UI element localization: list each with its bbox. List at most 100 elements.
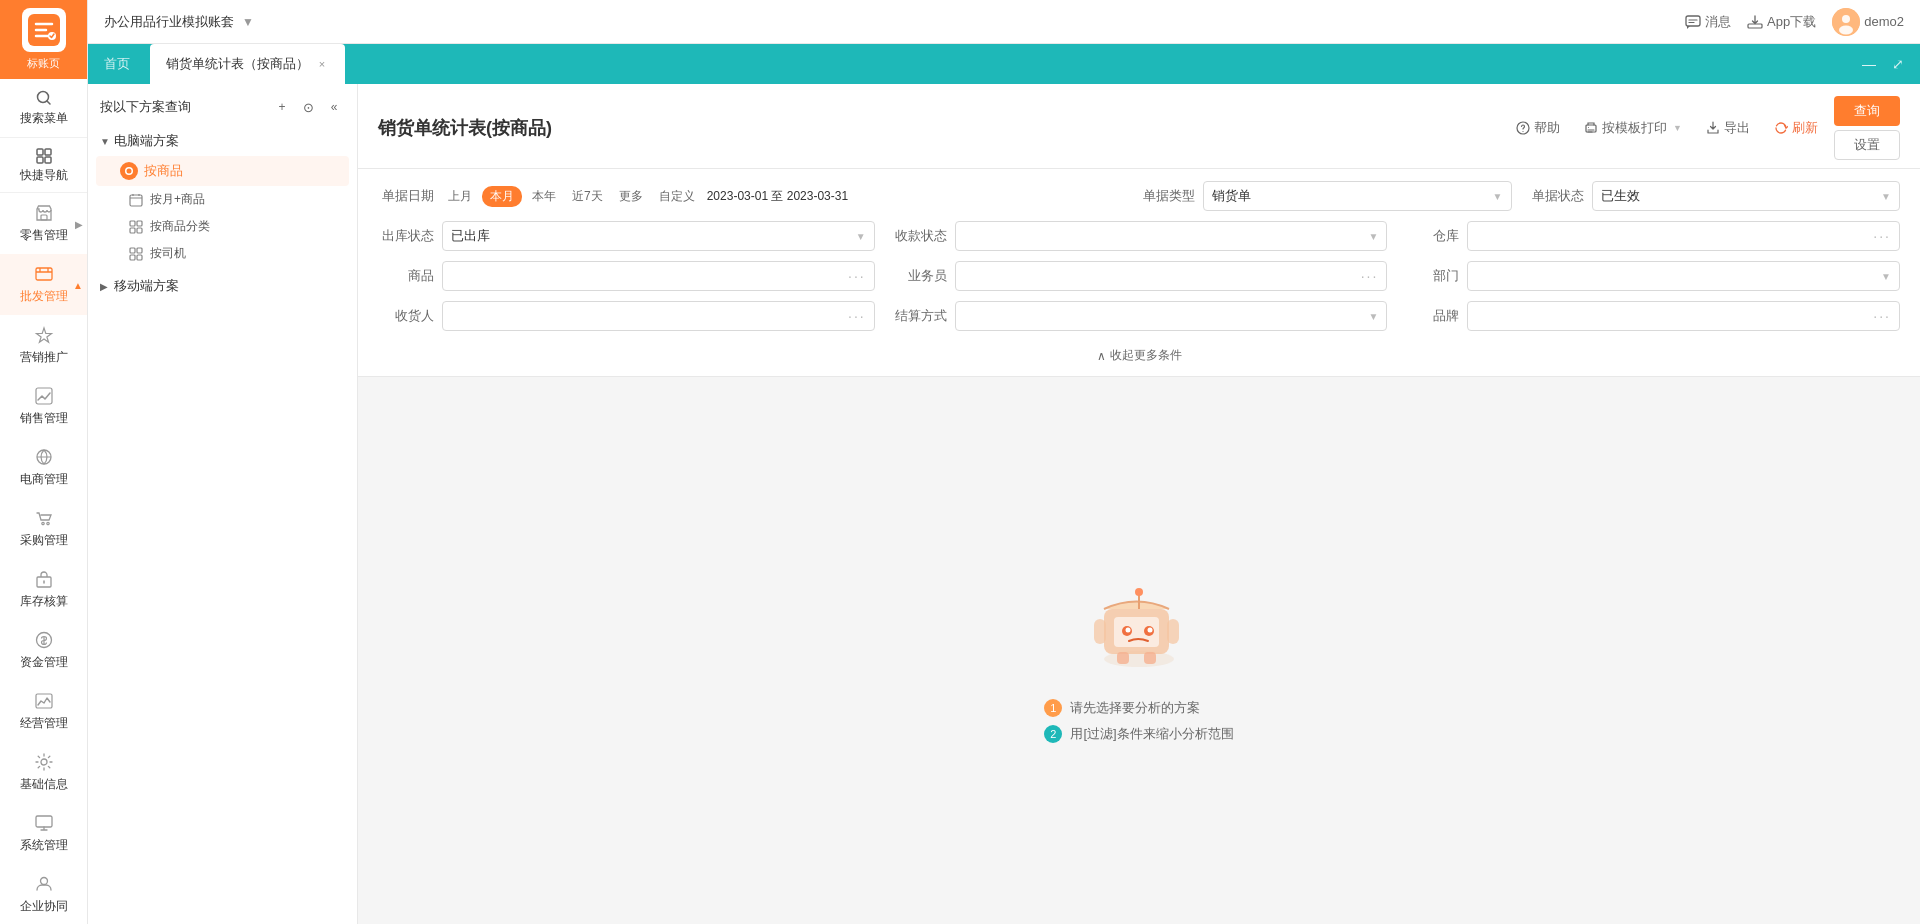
print-dropdown-icon[interactable]: ▼ bbox=[1673, 123, 1682, 133]
message-icon bbox=[1685, 14, 1701, 30]
date-label: 单据日期 bbox=[378, 187, 434, 205]
filter-date: 单据日期 上月 本月 本年 近7天 更多 自定义 2023-03-01 至 20… bbox=[378, 186, 1123, 207]
sidebar-quick-nav[interactable]: 快捷导航 bbox=[0, 138, 87, 193]
category-label: 按商品分类 bbox=[150, 218, 210, 235]
filter-dept: 部门 ▼ bbox=[1403, 261, 1900, 291]
help-btn[interactable]: 帮助 bbox=[1508, 115, 1568, 141]
sidebar-search[interactable]: 搜索菜单 bbox=[0, 79, 87, 138]
system-icon bbox=[34, 813, 54, 833]
mobile-group-label: 移动端方案 bbox=[114, 277, 179, 295]
tab-bar-actions: — ⤢ bbox=[1858, 52, 1920, 76]
shortcut-custom[interactable]: 自定义 bbox=[653, 186, 701, 207]
user-name: demo2 bbox=[1864, 14, 1904, 29]
scheme-sub-item-month-goods[interactable]: 按月+商品 bbox=[96, 186, 349, 213]
tip-1-text: 请先选择要分析的方案 bbox=[1070, 699, 1200, 717]
collect-status-input[interactable]: ▼ bbox=[955, 221, 1388, 251]
settle-arrow: ▼ bbox=[1368, 311, 1378, 322]
sidebar-menu: 零售管理 ▶ 批发管理 ▲ 营销推广 销售管理 bbox=[0, 193, 87, 924]
export-label: 导出 bbox=[1724, 119, 1750, 137]
shortcut-last-month[interactable]: 上月 bbox=[442, 186, 478, 207]
filter-consignee: 收货人 ··· bbox=[378, 301, 875, 331]
svg-point-54 bbox=[1135, 588, 1143, 596]
sidebar-item-corp[interactable]: 企业协同 bbox=[0, 864, 87, 924]
dept-label: 部门 bbox=[1403, 267, 1459, 285]
logo-icon bbox=[22, 8, 66, 52]
warehouse-input[interactable]: ··· bbox=[1467, 221, 1900, 251]
sidebar-item-wholesale[interactable]: 批发管理 ▲ bbox=[0, 254, 87, 315]
sidebar: 标账页 搜索菜单 快捷导航 零售管理 ▶ bbox=[0, 0, 88, 924]
sidebar-item-procurement[interactable]: 采购管理 bbox=[0, 498, 87, 559]
sidebar-item-marketing[interactable]: 营销推广 bbox=[0, 315, 87, 376]
svg-rect-37 bbox=[137, 228, 142, 233]
export-btn[interactable]: 导出 bbox=[1698, 115, 1758, 141]
tab-maximize-btn[interactable]: ⤢ bbox=[1888, 52, 1908, 76]
sidebar-item-retail[interactable]: 零售管理 ▶ bbox=[0, 193, 87, 254]
settings-button[interactable]: 设置 bbox=[1834, 130, 1900, 160]
empty-icon bbox=[1079, 559, 1199, 679]
retail-label: 零售管理 bbox=[20, 227, 68, 244]
panel-settings-btn[interactable]: ⊙ bbox=[297, 96, 319, 118]
query-button[interactable]: 查询 bbox=[1834, 96, 1900, 126]
finance-icon bbox=[34, 630, 54, 650]
print-btn[interactable]: 按模板打印 ▼ bbox=[1576, 115, 1690, 141]
sidebar-item-ecommerce[interactable]: 电商管理 bbox=[0, 437, 87, 498]
tab-minimize-btn[interactable]: — bbox=[1858, 52, 1880, 76]
sidebar-item-finance[interactable]: 资金管理 bbox=[0, 620, 87, 681]
sidebar-item-basic[interactable]: 基础信息 bbox=[0, 742, 87, 803]
consignee-dots: ··· bbox=[848, 308, 866, 324]
svg-rect-9 bbox=[36, 388, 52, 404]
salesperson-input[interactable]: ··· bbox=[955, 261, 1388, 291]
panel-add-btn[interactable]: + bbox=[271, 96, 293, 118]
message-btn[interactable]: 消息 bbox=[1685, 13, 1731, 31]
tab-sales-stats[interactable]: 销货单统计表（按商品） × bbox=[150, 44, 345, 84]
date-range-value[interactable]: 2023-03-01 至 2023-03-31 bbox=[707, 188, 848, 205]
shortcut-this-year[interactable]: 本年 bbox=[526, 186, 562, 207]
download-icon bbox=[1747, 14, 1763, 30]
goods-input[interactable]: ··· bbox=[442, 261, 875, 291]
sidebar-item-system[interactable]: 系统管理 bbox=[0, 803, 87, 864]
consignee-input[interactable]: ··· bbox=[442, 301, 875, 331]
collapse-bar[interactable]: ∧ 收起更多条件 bbox=[378, 341, 1900, 364]
app-download-btn[interactable]: App下载 bbox=[1747, 13, 1816, 31]
svg-rect-26 bbox=[1686, 16, 1700, 26]
scheme-sub-item-cashier[interactable]: 按司机 bbox=[96, 240, 349, 267]
doc-type-input[interactable]: 销货单 ▼ bbox=[1203, 181, 1512, 211]
user-profile[interactable]: demo2 bbox=[1832, 8, 1904, 36]
panel-collapse-btn[interactable]: « bbox=[323, 96, 345, 118]
tab-close-icon[interactable]: × bbox=[315, 57, 329, 71]
brand-input[interactable]: ··· bbox=[1467, 301, 1900, 331]
filter-row-1: 单据日期 上月 本月 本年 近7天 更多 自定义 2023-03-01 至 20… bbox=[378, 181, 1900, 211]
empty-state: 1 请先选择要分析的方案 2 用[过滤]条件来缩小分析范围 bbox=[358, 377, 1920, 924]
scheme-desktop-header[interactable]: ▼ 电脑端方案 bbox=[96, 126, 349, 156]
doc-type-value: 销货单 bbox=[1212, 187, 1251, 205]
refresh-btn[interactable]: 刷新 bbox=[1766, 115, 1826, 141]
left-panel: 按以下方案查询 + ⊙ « ▼ 电脑端方案 bbox=[88, 84, 358, 924]
shortcut-this-month[interactable]: 本月 bbox=[482, 186, 522, 207]
svg-point-32 bbox=[127, 169, 132, 174]
scheme-sub-item-category[interactable]: 按商品分类 bbox=[96, 213, 349, 240]
mobile-group-header[interactable]: ▶ 移动端方案 bbox=[88, 271, 357, 301]
filter-doc-type: 单据类型 销货单 ▼ bbox=[1139, 181, 1512, 211]
filter-row-2: 出库状态 已出库 ▼ 收款状态 ▼ 仓库 bbox=[378, 221, 1900, 251]
dept-input[interactable]: ▼ bbox=[1467, 261, 1900, 291]
doc-type-arrow: ▼ bbox=[1493, 191, 1503, 202]
empty-tip-2: 2 用[过滤]条件来缩小分析范围 bbox=[1044, 725, 1233, 743]
sidebar-item-sales[interactable]: 销售管理 bbox=[0, 376, 87, 437]
sidebar-item-operations[interactable]: 经营管理 bbox=[0, 681, 87, 742]
svg-rect-17 bbox=[36, 816, 52, 827]
inventory-icon bbox=[34, 569, 54, 589]
settle-input[interactable]: ▼ bbox=[955, 301, 1388, 331]
shortcut-more[interactable]: 更多 bbox=[613, 186, 649, 207]
svg-point-11 bbox=[41, 522, 43, 524]
breadcrumb-dropdown-icon[interactable]: ▼ bbox=[242, 15, 254, 29]
shortcut-7days[interactable]: 近7天 bbox=[566, 186, 609, 207]
scheme-item-by-goods[interactable]: 按商品 bbox=[96, 156, 349, 186]
inventory-label: 库存核算 bbox=[20, 593, 68, 610]
tab-home[interactable]: 首页 bbox=[88, 44, 146, 84]
doc-status-input[interactable]: 已生效 ▼ bbox=[1592, 181, 1901, 211]
content-area: 按以下方案查询 + ⊙ « ▼ 电脑端方案 bbox=[88, 84, 1920, 924]
logo[interactable]: 标账页 bbox=[0, 0, 87, 79]
out-status-input[interactable]: 已出库 ▼ bbox=[442, 221, 875, 251]
basic-icon bbox=[34, 752, 54, 772]
sidebar-item-inventory[interactable]: 库存核算 bbox=[0, 559, 87, 620]
